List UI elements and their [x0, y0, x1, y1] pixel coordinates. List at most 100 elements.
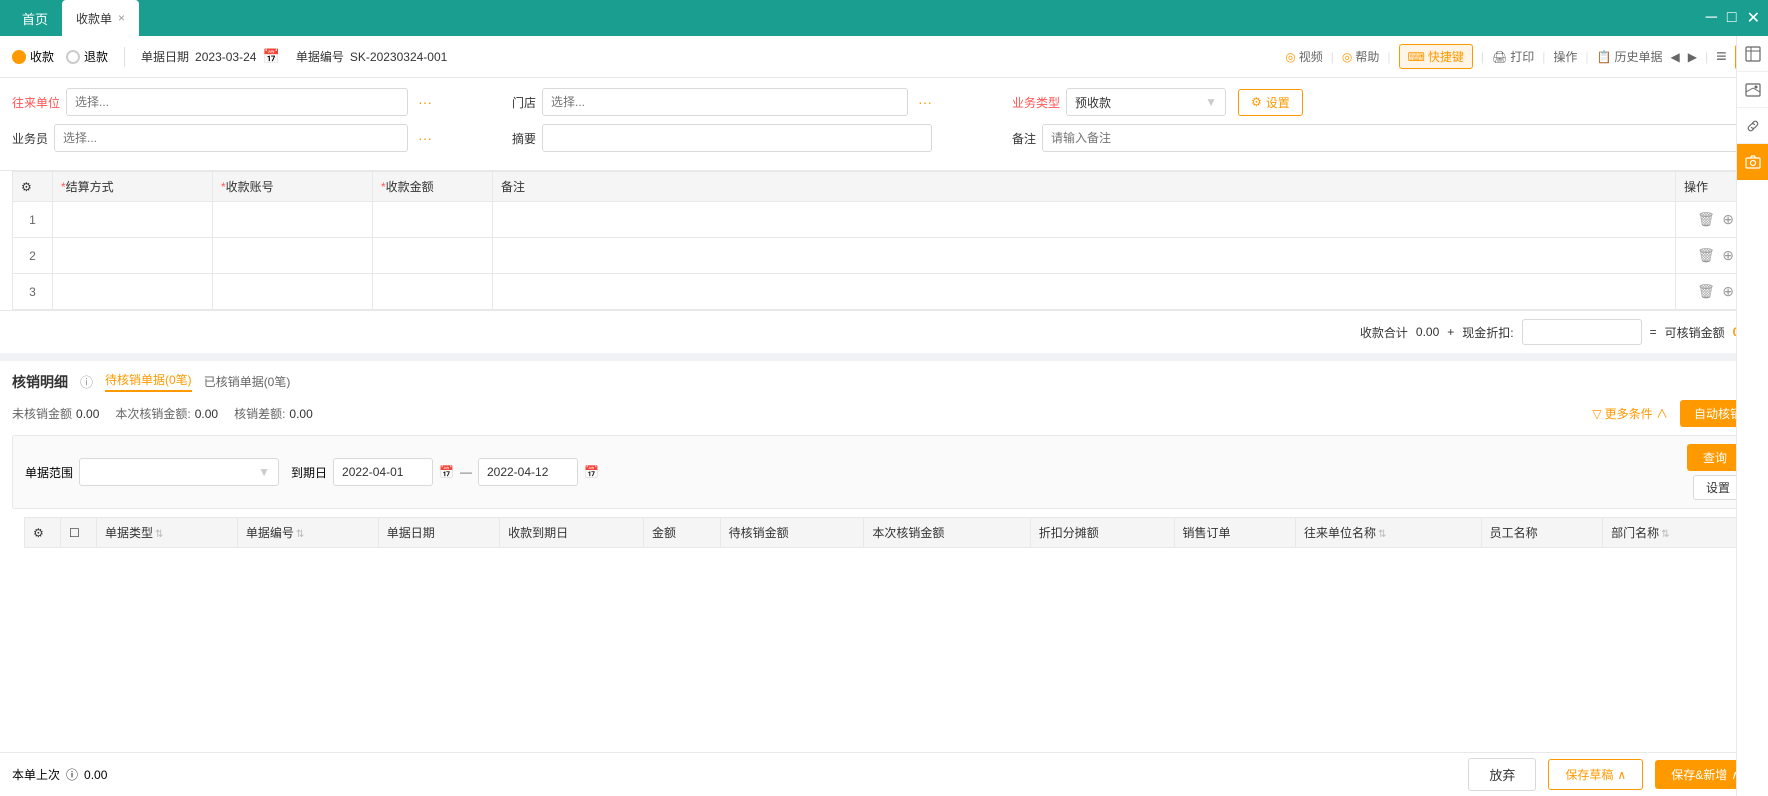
calendar-icon[interactable]: 📅: [262, 48, 279, 65]
account-input-2[interactable]: [213, 238, 372, 273]
sidebar-table-icon[interactable]: [1737, 36, 1768, 72]
window-close-icon[interactable]: ✕: [1747, 8, 1760, 28]
delete-row-1-btn[interactable]: 🗑: [1695, 209, 1717, 230]
store-more-icon[interactable]: ···: [918, 94, 932, 110]
due-date-to-input[interactable]: [478, 458, 578, 486]
voucher-range-select[interactable]: ▼: [79, 458, 279, 486]
bottom-gear-header[interactable]: ⚙: [25, 518, 61, 548]
settlement-cell-2[interactable]: [53, 238, 213, 274]
amount-cell-2[interactable]: [373, 238, 493, 274]
copy-row-1-btn[interactable]: ⊕: [1720, 209, 1736, 230]
home-tab[interactable]: 首页: [8, 0, 62, 36]
counterparty-more-icon[interactable]: ···: [418, 94, 432, 110]
remarks-cell-3[interactable]: [493, 274, 1676, 310]
date-from-icon[interactable]: 📅: [439, 465, 454, 479]
account-cell-2[interactable]: [213, 238, 373, 274]
operation-link[interactable]: 操作: [1553, 48, 1577, 65]
remarks-input[interactable]: [1042, 124, 1756, 152]
form-area: 往来单位 ··· 门店 ··· 业务类型 预收款 ▼: [0, 78, 1768, 171]
gear-icon: ⚙: [1251, 95, 1262, 109]
sidebar-camera-icon[interactable]: [1737, 144, 1768, 180]
biz-type-select[interactable]: 预收款 ▼: [1066, 88, 1226, 116]
hexiao-info-icon[interactable]: ⓘ: [80, 372, 93, 391]
prev-icon[interactable]: ◀: [1670, 50, 1679, 64]
remarks-cell-1[interactable]: [493, 202, 1676, 238]
remarks-input-2[interactable]: [493, 238, 1675, 273]
amount-cell-3[interactable]: [373, 274, 493, 310]
date-field: 单据日期 2023-03-24 📅: [141, 48, 280, 65]
settlement-input-2[interactable]: [53, 238, 212, 273]
staff-more-icon[interactable]: ···: [418, 130, 432, 146]
receipt-account-header: *收款账号: [213, 172, 373, 202]
window-max-icon[interactable]: □: [1727, 9, 1737, 27]
remarks-input-3[interactable]: [493, 274, 1675, 309]
list-icon[interactable]: ≡: [1716, 46, 1727, 67]
settings-button[interactable]: ⚙ 设置: [1238, 89, 1303, 116]
date-to-icon[interactable]: 📅: [584, 465, 599, 479]
video-link[interactable]: ◎ 视频: [1285, 48, 1323, 65]
summary-label: 摘要: [512, 130, 536, 147]
pending-hexiao-header: 待核销金额: [720, 518, 864, 548]
save-draft-btn[interactable]: 保存草稿 ∧: [1548, 759, 1643, 790]
account-cell-1[interactable]: [213, 202, 373, 238]
copy-row-3-btn[interactable]: ⊕: [1720, 281, 1736, 302]
receipt-radio[interactable]: 收款: [12, 48, 54, 65]
main-container: 收款 退款 单据日期 2023-03-24 📅 单据编号 SK-20230324…: [0, 36, 1768, 796]
pending-tab[interactable]: 待核销单据(0笔): [105, 371, 192, 392]
print-link[interactable]: 🖨 打印: [1492, 48, 1534, 65]
shortcut-link[interactable]: ⌨ 快捷键: [1399, 44, 1473, 69]
settlement-cell-3[interactable]: [53, 274, 213, 310]
account-input-1[interactable]: [213, 202, 372, 237]
more-conditions-btn[interactable]: ▽ 更多条件 ∧: [1592, 405, 1668, 422]
refund-radio[interactable]: 退款: [66, 48, 108, 65]
account-input-3[interactable]: [213, 274, 372, 309]
active-tab-label: 收款单: [76, 10, 112, 27]
toolbar: 收款 退款 单据日期 2023-03-24 📅 单据编号 SK-20230324…: [0, 36, 1768, 78]
counterparty-input[interactable]: [66, 88, 408, 116]
amount-input-3[interactable]: [373, 274, 492, 309]
active-tab[interactable]: 收款单 ×: [62, 0, 139, 36]
receipt-table: ⚙ *结算方式 *收款账号 *收款金额 备注 操作: [12, 171, 1756, 310]
bottom-checkbox-header[interactable]: ☐: [61, 518, 97, 548]
sidebar-link-icon[interactable]: [1737, 108, 1768, 144]
delete-row-2-btn[interactable]: 🗑: [1695, 245, 1717, 266]
amount-input-1[interactable]: [373, 202, 492, 237]
table-gear-header[interactable]: ⚙: [13, 172, 53, 202]
staff-field: 业务员 ···: [12, 124, 432, 152]
plus-sign: +: [1447, 325, 1454, 339]
completed-tab[interactable]: 已核销单据(0笔): [204, 373, 291, 390]
abandon-btn[interactable]: 放弃: [1468, 758, 1536, 791]
due-date-from-input[interactable]: [333, 458, 433, 486]
history-link[interactable]: 📋 历史单据: [1597, 48, 1663, 65]
diff-value: 0.00: [289, 407, 312, 421]
tab-close-icon[interactable]: ×: [118, 11, 125, 25]
amount-input-2[interactable]: [373, 238, 492, 273]
amount-cell-1[interactable]: [373, 202, 493, 238]
counterparty-field: 往来单位 ···: [12, 88, 432, 116]
help-link[interactable]: ◎ 帮助: [1342, 48, 1380, 65]
settlement-input-1[interactable]: [53, 202, 212, 237]
window-min-icon[interactable]: ─: [1706, 9, 1717, 27]
unverified-amount-item: 未核销金额 0.00: [12, 405, 99, 422]
remarks-input-1[interactable]: [493, 202, 1675, 237]
staff-input[interactable]: [54, 124, 408, 152]
store-input[interactable]: [542, 88, 908, 116]
next-icon[interactable]: ▶: [1688, 50, 1697, 64]
query-btn[interactable]: 查询: [1687, 444, 1743, 471]
settlement-input-3[interactable]: [53, 274, 212, 309]
account-cell-3[interactable]: [213, 274, 373, 310]
summary-row: 收款合计 0.00 + 现金折扣: = 可核销金额 0.00: [0, 310, 1768, 353]
summary-input[interactable]: [542, 124, 932, 152]
staff-label: 业务员: [12, 130, 48, 147]
copy-row-2-btn[interactable]: ⊕: [1720, 245, 1736, 266]
settlement-cell-1[interactable]: [53, 202, 213, 238]
remarks-cell-2[interactable]: [493, 238, 1676, 274]
current-order-value: 0.00: [84, 768, 107, 782]
counterparty-label: 往来单位: [12, 94, 60, 111]
footer-info-icon[interactable]: ⓘ: [66, 766, 78, 783]
date-value: 2023-03-24: [195, 50, 256, 64]
delete-row-3-btn[interactable]: 🗑: [1695, 281, 1717, 302]
store-field: 门店 ···: [512, 88, 932, 116]
cash-discount-input[interactable]: [1522, 319, 1642, 345]
sidebar-image-icon[interactable]: [1737, 72, 1768, 108]
